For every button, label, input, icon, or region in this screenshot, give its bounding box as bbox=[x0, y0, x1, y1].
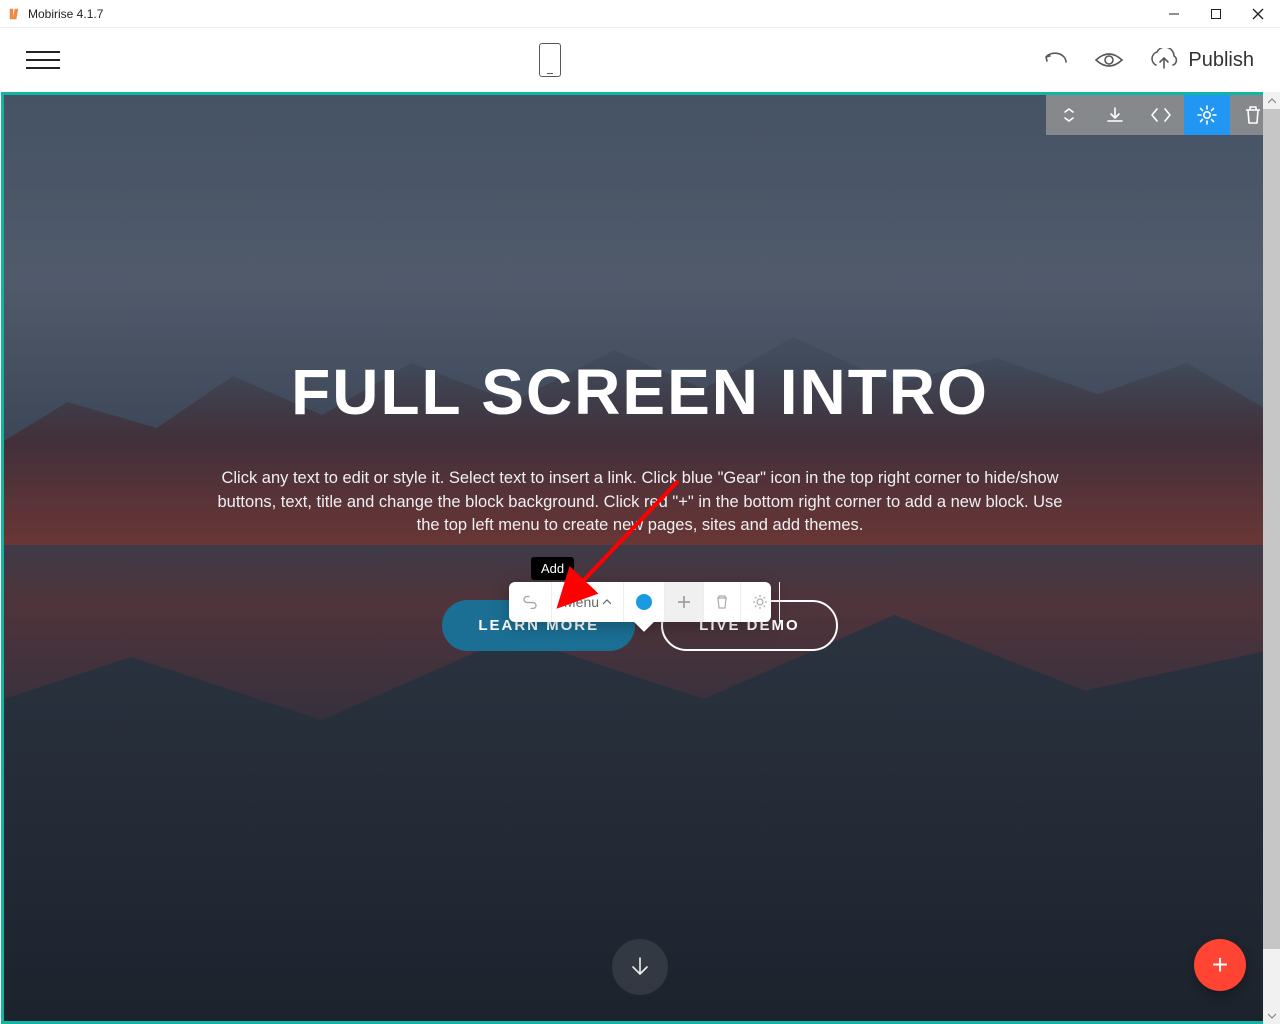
hero-subtitle[interactable]: Click any text to edit or style it. Sele… bbox=[205, 467, 1075, 539]
download-icon bbox=[1106, 106, 1124, 124]
chevron-up-icon bbox=[603, 599, 611, 605]
settings-button[interactable] bbox=[741, 582, 780, 622]
arrow-down-icon bbox=[628, 955, 652, 979]
link-button[interactable] bbox=[509, 582, 552, 622]
window-minimize-button[interactable] bbox=[1160, 4, 1188, 24]
preview-button[interactable] bbox=[1094, 50, 1124, 70]
app-logo-icon bbox=[8, 7, 22, 21]
scroll-up-button[interactable] bbox=[1263, 92, 1280, 109]
scroll-down-button[interactable] bbox=[1263, 1007, 1280, 1024]
scroll-down-button[interactable] bbox=[612, 939, 668, 995]
plus-icon: + bbox=[1212, 949, 1228, 981]
sun-icon bbox=[753, 595, 767, 609]
hero-content: FULL SCREEN INTRO Click any text to edit… bbox=[4, 95, 1276, 1021]
main-menu-button[interactable] bbox=[26, 51, 60, 69]
trash-icon bbox=[1245, 106, 1261, 124]
mobile-preview-button[interactable] bbox=[539, 43, 561, 77]
publish-button[interactable]: Publish bbox=[1148, 48, 1254, 72]
titlebar-left: Mobirise 4.1.7 bbox=[8, 7, 103, 21]
code-icon bbox=[1151, 108, 1171, 122]
add-button[interactable] bbox=[665, 582, 704, 622]
move-icon bbox=[1060, 105, 1078, 125]
add-tooltip: Add bbox=[531, 557, 574, 580]
window-close-button[interactable] bbox=[1244, 4, 1272, 24]
gear-icon bbox=[1197, 105, 1217, 125]
plus-icon bbox=[677, 595, 691, 609]
hero-title[interactable]: FULL SCREEN INTRO bbox=[291, 355, 989, 429]
block-code-button[interactable] bbox=[1138, 95, 1184, 135]
window-maximize-button[interactable] bbox=[1202, 4, 1230, 24]
undo-button[interactable] bbox=[1040, 49, 1070, 71]
menu-label: Menu bbox=[564, 594, 599, 610]
app-toolbar: Publish bbox=[0, 28, 1280, 92]
block-tools bbox=[1046, 95, 1276, 135]
editor-canvas: FULL SCREEN INTRO Click any text to edit… bbox=[1, 92, 1279, 1024]
style-menu-dropdown[interactable]: Menu bbox=[552, 582, 624, 622]
block-save-button[interactable] bbox=[1092, 95, 1138, 135]
color-swatch bbox=[636, 594, 652, 610]
vertical-scrollbar[interactable] bbox=[1263, 92, 1280, 1024]
button-edit-toolbar: Menu bbox=[509, 582, 771, 622]
window-titlebar: Mobirise 4.1.7 bbox=[0, 0, 1280, 28]
publish-label: Publish bbox=[1188, 49, 1254, 72]
delete-button[interactable] bbox=[704, 582, 741, 622]
add-block-fab[interactable]: + bbox=[1194, 939, 1246, 991]
block-move-button[interactable] bbox=[1046, 95, 1092, 135]
app-title: Mobirise 4.1.7 bbox=[28, 7, 103, 21]
trash-icon bbox=[716, 595, 728, 609]
scroll-thumb[interactable] bbox=[1263, 109, 1280, 949]
block-settings-button[interactable] bbox=[1184, 95, 1230, 135]
